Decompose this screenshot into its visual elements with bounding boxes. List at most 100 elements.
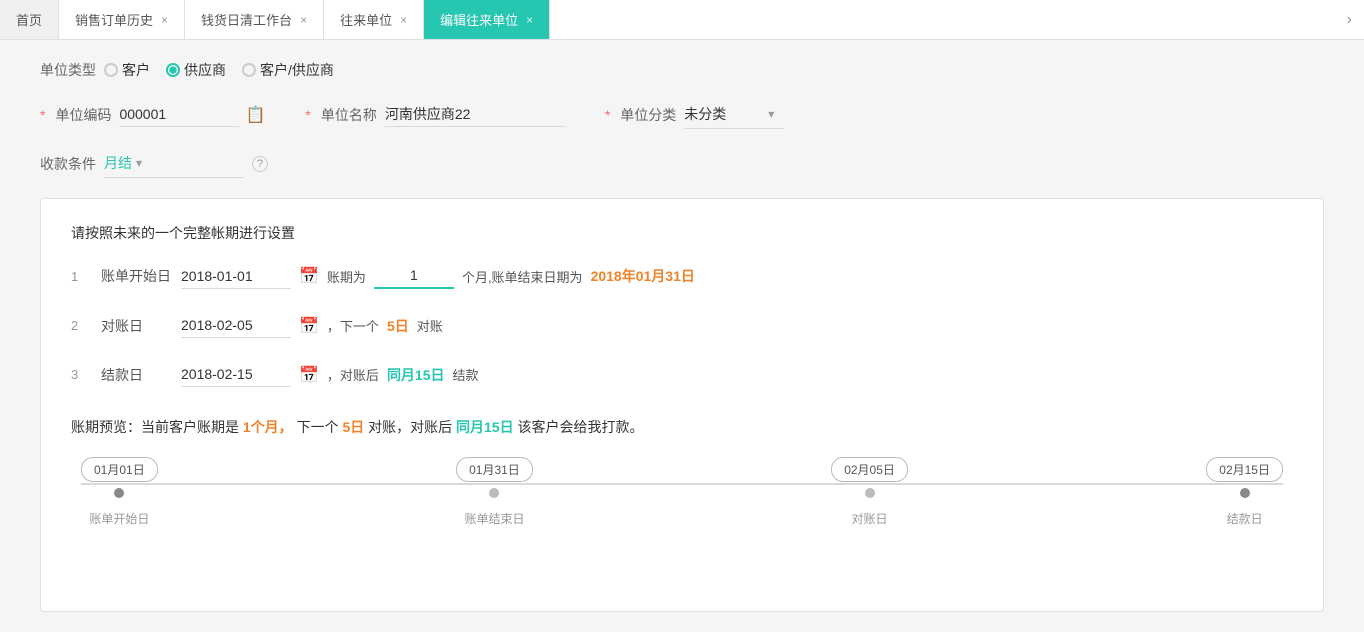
radio-both[interactable]: 客户/供应商 xyxy=(242,60,334,80)
start-date-input[interactable] xyxy=(181,264,291,289)
timeline-dot-3 xyxy=(865,488,875,498)
payment-condition-select[interactable]: 月结 ▾ xyxy=(104,149,244,178)
tab-sales-order-history[interactable]: 销售订单历史 × xyxy=(59,0,185,39)
timeline-point-2: 01月31日 账单结束日 xyxy=(456,457,533,527)
timeline-label-3: 对账日 xyxy=(852,510,888,527)
start-date-calendar[interactable]: 📅 xyxy=(299,266,319,286)
timeline-point-4: 02月15日 结款日 xyxy=(1206,457,1283,527)
tab-bar: 首页 销售订单历史 × 钱货日清工作台 × 往来单位 × 编辑往来单位 × › xyxy=(0,0,1364,40)
timeline-point-3: 02月05日 对账日 xyxy=(831,457,908,527)
payment-condition-row: 收款条件 月结 ▾ ? xyxy=(40,149,1324,178)
payment-date-calendar[interactable]: 📅 xyxy=(299,365,319,385)
unit-name-label: 单位名称 xyxy=(321,105,377,125)
row-desc-reconcile-prefix: ，下一个 xyxy=(327,316,379,335)
row-label-2: 对账日 xyxy=(101,316,181,336)
row-input-wrap-2: 📅 ，下一个 5日 对账 xyxy=(181,313,443,338)
unit-category-field: * 单位分类 未分类 ▾ xyxy=(605,100,784,129)
tab-close-edit-counterpart[interactable]: × xyxy=(526,14,533,26)
tab-close-counterpart[interactable]: × xyxy=(400,14,407,26)
row-desc-payment-suffix: 结款 xyxy=(453,365,479,384)
unit-code-field: * 单位编码 📋 xyxy=(40,102,265,127)
unit-code-label: 单位编码 xyxy=(55,105,111,125)
preview-mid1: 下一个 xyxy=(297,419,339,435)
reconcile-date-calendar[interactable]: 📅 xyxy=(299,316,319,336)
timeline-badge-1: 01月01日 xyxy=(81,457,158,482)
timeline-dot-1 xyxy=(114,488,124,498)
payment-condition-field: 收款条件 月结 ▾ ? xyxy=(40,149,268,178)
tab-counterpart[interactable]: 往来单位 × xyxy=(324,0,424,39)
timeline-point-1: 01月01日 账单开始日 xyxy=(81,457,158,527)
reconcile-date-input[interactable] xyxy=(181,313,291,338)
timeline-badge-4: 02月15日 xyxy=(1206,457,1283,482)
tab-edit-counterpart[interactable]: 编辑往来单位 × xyxy=(424,0,550,39)
preview-mid2: 对账，对账后 xyxy=(368,419,452,435)
row-input-wrap-3: 📅 ，对账后 同月15日 结款 xyxy=(181,362,479,387)
setting-row-3: 3 结款日 📅 ，对账后 同月15日 结款 xyxy=(71,362,1293,387)
preview-highlight3: 同月15日 xyxy=(456,419,514,435)
row-label-1: 账单开始日 xyxy=(101,266,181,286)
unit-code-input-wrap: 📋 xyxy=(119,102,265,127)
row-label-3: 结款日 xyxy=(101,365,181,385)
radio-supplier-label: 供应商 xyxy=(184,60,226,80)
row-desc-payment-prefix: ，对账后 xyxy=(327,365,379,384)
tab-home[interactable]: 首页 xyxy=(0,0,59,39)
payment-condition-label: 收款条件 xyxy=(40,154,96,174)
timeline-label-4: 结款日 xyxy=(1227,510,1263,527)
unit-name-input[interactable] xyxy=(385,102,565,127)
radio-supplier-circle xyxy=(166,63,180,77)
timeline-badge-2: 01月31日 xyxy=(456,457,533,482)
row-desc-period-label: 账期为 xyxy=(327,267,366,286)
preview-text: 账期预览：当前客户账期是 1个月， 下一个 5日 对账，对账后 同月15日 该客… xyxy=(71,417,1293,437)
end-date-highlight: 2018年01月31日 xyxy=(591,266,695,286)
preview-section: 账期预览：当前客户账期是 1个月， 下一个 5日 对账，对账后 同月15日 该客… xyxy=(71,417,1293,587)
box-title: 请按照未来的一个完整帐期进行设置 xyxy=(71,223,1293,243)
row-input-wrap-1: 📅 账期为 个月,账单结束日期为 2018年01月31日 xyxy=(181,263,695,289)
unit-category-label: 单位分类 xyxy=(620,105,676,125)
unit-category-value: 未分类 xyxy=(684,104,764,124)
tab-cash-ledger[interactable]: 钱货日清工作台 × xyxy=(185,0,324,39)
page-content: 单位类型 客户 供应商 客户/供应商 * 单位编码 xyxy=(0,40,1364,632)
timeline-dot-2 xyxy=(489,488,499,498)
unit-code-input[interactable] xyxy=(119,102,239,127)
reconcile-day-highlight: 5日 xyxy=(387,316,409,336)
row-num-2: 2 xyxy=(71,318,101,333)
unit-code-icon[interactable]: 📋 xyxy=(245,105,265,125)
unit-info-row: * 单位编码 📋 * 单位名称 * 单位分类 未分类 ▾ xyxy=(40,100,1324,129)
radio-customer-label: 客户 xyxy=(122,60,150,80)
setting-box: 请按照未来的一个完整帐期进行设置 1 账单开始日 📅 账期为 个月,账单结束日期… xyxy=(40,198,1324,612)
payment-condition-help[interactable]: ? xyxy=(252,156,268,172)
preview-prefix: 账期预览：当前客户账期是 xyxy=(71,419,239,435)
payment-condition-arrow: ▾ xyxy=(136,156,142,170)
row-desc-period-unit: 个月,账单结束日期为 xyxy=(462,267,583,286)
timeline-points-row: 01月01日 账单开始日 01月31日 账单结束日 02月05日 xyxy=(81,457,1283,527)
timeline-label-2: 账单结束日 xyxy=(464,510,524,527)
payment-condition-value: 月结 xyxy=(104,153,132,173)
radio-customer-circle xyxy=(104,63,118,77)
setting-row-1: 1 账单开始日 📅 账期为 个月,账单结束日期为 2018年01月31日 xyxy=(71,263,1293,289)
tab-close-cash-ledger[interactable]: × xyxy=(300,14,307,26)
radio-both-label: 客户/供应商 xyxy=(260,60,334,80)
setting-row-2: 2 对账日 📅 ，下一个 5日 对账 xyxy=(71,313,1293,338)
timeline-label-1: 账单开始日 xyxy=(89,510,149,527)
timeline-badge-3: 02月05日 xyxy=(831,457,908,482)
unit-category-select[interactable]: 未分类 ▾ xyxy=(684,100,784,129)
radio-supplier[interactable]: 供应商 xyxy=(166,60,226,80)
row-desc-reconcile-suffix: 对账 xyxy=(417,316,443,335)
unit-type-row: 单位类型 客户 供应商 客户/供应商 xyxy=(40,60,1324,80)
tab-expand-icon[interactable]: › xyxy=(1335,0,1364,39)
preview-suffix: 该客户会给我打款。 xyxy=(518,419,644,435)
payment-date-input[interactable] xyxy=(181,362,291,387)
radio-customer[interactable]: 客户 xyxy=(104,60,150,80)
unit-category-arrow: ▾ xyxy=(768,107,774,121)
unit-type-label: 单位类型 xyxy=(40,60,96,80)
preview-highlight1: 1个月， xyxy=(243,419,293,435)
unit-name-field: * 单位名称 xyxy=(305,102,564,127)
radio-both-circle xyxy=(242,63,256,77)
timeline-dot-4 xyxy=(1240,488,1250,498)
tab-close-sales-order-history[interactable]: × xyxy=(161,14,168,26)
timeline: 01月01日 账单开始日 01月31日 账单结束日 02月05日 xyxy=(71,457,1293,587)
row-num-1: 1 xyxy=(71,269,101,284)
period-input[interactable] xyxy=(374,263,454,289)
unit-type-radio-group: 客户 供应商 客户/供应商 xyxy=(104,60,334,80)
preview-highlight2: 5日 xyxy=(342,419,364,435)
